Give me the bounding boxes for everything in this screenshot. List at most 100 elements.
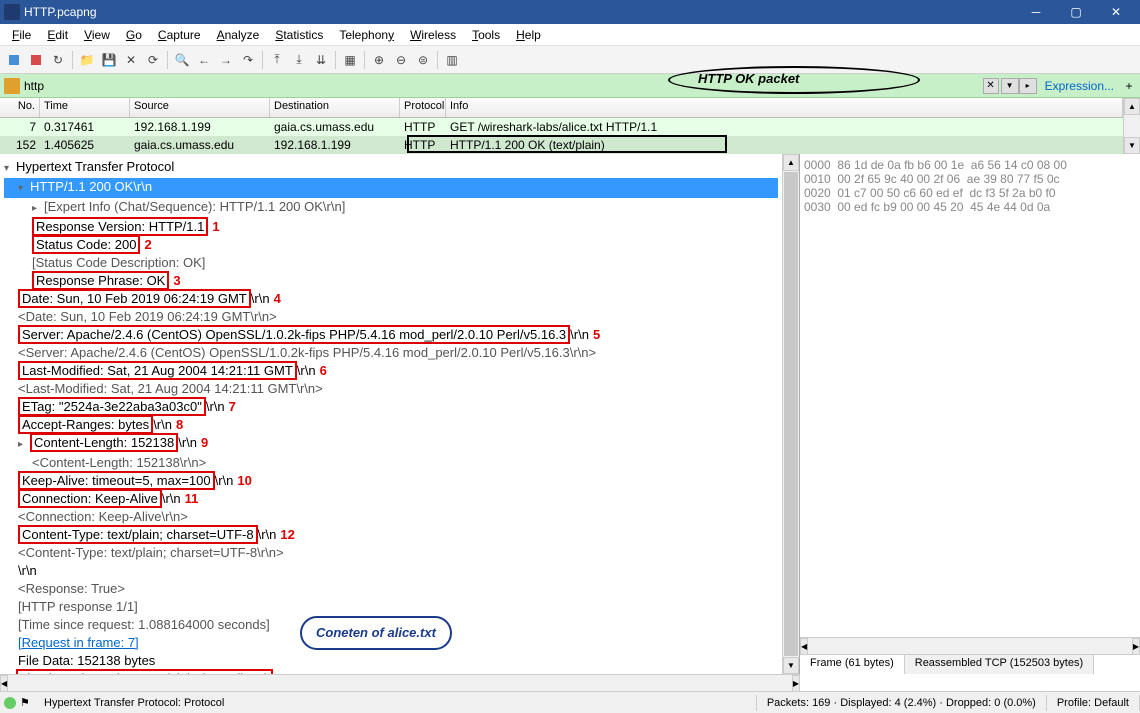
- go-last-icon[interactable]: ⤓: [289, 50, 309, 70]
- zoom-reset-icon[interactable]: ⊜: [413, 50, 433, 70]
- hdr-server[interactable]: Server: Apache/2.4.6 (CentOS) OpenSSL/1.…: [18, 325, 570, 344]
- colorize-icon[interactable]: ▦: [340, 50, 360, 70]
- response-true[interactable]: <Response: True>: [18, 581, 125, 596]
- tab-reassembled[interactable]: Reassembled TCP (152503 bytes): [905, 655, 1094, 674]
- find-icon[interactable]: 🔍: [172, 50, 192, 70]
- details-scrollbar[interactable]: ▲ ▼: [782, 154, 799, 674]
- hdr-conn-angle[interactable]: <Connection: Keep-Alive\r\n>: [18, 509, 188, 524]
- proto-http[interactable]: Hypertext Transfer Protocol: [16, 159, 174, 174]
- hex-dump[interactable]: 0000 86 1d de 0a fb b6 00 1e a6 56 14 c0…: [800, 154, 1140, 637]
- details-hscroll[interactable]: ◀▶: [0, 674, 800, 691]
- stop-capture-icon[interactable]: [26, 50, 46, 70]
- hdr-accept-ranges[interactable]: Accept-Ranges: bytes: [18, 415, 153, 434]
- start-capture-icon[interactable]: [4, 50, 24, 70]
- expert-info[interactable]: [Expert Info (Chat/Sequence): HTTP/1.1 2…: [44, 199, 345, 214]
- menu-telephony[interactable]: Telephony: [331, 26, 402, 44]
- filter-apply-icon[interactable]: ▸: [1019, 78, 1037, 94]
- jump-to-icon[interactable]: ↷: [238, 50, 258, 70]
- toggle-icon[interactable]: ▸: [32, 200, 44, 218]
- bookmark-icon[interactable]: [4, 78, 20, 94]
- scroll-down-icon[interactable]: ▼: [783, 657, 799, 674]
- anno-5: 5: [593, 327, 600, 342]
- packet-row-selected[interactable]: 152 1.405625 gaia.cs.umass.edu 192.168.1…: [0, 136, 1123, 154]
- menu-statistics[interactable]: Statistics: [267, 26, 331, 44]
- crlf[interactable]: \r\n: [18, 563, 37, 578]
- toggle-icon[interactable]: ▾: [18, 180, 30, 198]
- menu-file[interactable]: File: [4, 26, 39, 44]
- menu-help[interactable]: Help: [508, 26, 549, 44]
- packet-list-scrollbar[interactable]: ▲ ▼: [1123, 98, 1140, 154]
- go-first-icon[interactable]: ⤒: [267, 50, 287, 70]
- col-source[interactable]: Source: [130, 98, 270, 117]
- hdr-date-angle[interactable]: <Date: Sun, 10 Feb 2019 06:24:19 GMT\r\n…: [18, 309, 277, 324]
- menu-view[interactable]: View: [76, 26, 118, 44]
- hdr-etag[interactable]: ETag: "2524a-3e22aba3a03c0": [18, 397, 206, 416]
- hdr-clen-angle[interactable]: <Content-Length: 152138\r\n>: [32, 455, 206, 470]
- cell-proto: HTTP: [400, 138, 446, 152]
- auto-scroll-icon[interactable]: ⇊: [311, 50, 331, 70]
- minimize-button[interactable]: ─: [1016, 0, 1056, 24]
- open-file-icon[interactable]: 📁: [77, 50, 97, 70]
- http-status-line[interactable]: HTTP/1.1 200 OK\r\n: [30, 179, 152, 194]
- zoom-in-icon[interactable]: ⊕: [369, 50, 389, 70]
- hdr-keepalive[interactable]: Keep-Alive: timeout=5, max=100: [18, 471, 215, 490]
- anno-6: 6: [320, 363, 327, 378]
- request-in-frame[interactable]: [Request in frame: 7]: [18, 635, 139, 650]
- go-forward-icon[interactable]: →: [216, 50, 236, 70]
- toggle-icon[interactable]: ▾: [4, 160, 16, 178]
- col-protocol[interactable]: Protocol: [400, 98, 446, 117]
- close-button[interactable]: ✕: [1096, 0, 1136, 24]
- maximize-button[interactable]: ▢: [1056, 0, 1096, 24]
- file-data[interactable]: File Data: 152138 bytes: [18, 653, 155, 668]
- go-back-icon[interactable]: ←: [194, 50, 214, 70]
- hdr-ctype-angle[interactable]: <Content-Type: text/plain; charset=UTF-8…: [18, 545, 284, 560]
- response-phrase[interactable]: Response Phrase: OK: [32, 271, 169, 290]
- status-desc[interactable]: [Status Code Description: OK]: [32, 255, 205, 270]
- restart-capture-icon[interactable]: ↻: [48, 50, 68, 70]
- menu-capture[interactable]: Capture: [150, 26, 209, 44]
- scroll-up-icon[interactable]: ▲: [783, 154, 799, 171]
- reload-icon[interactable]: ⟳: [143, 50, 163, 70]
- tail: \r\n: [258, 527, 277, 542]
- http-response-n[interactable]: [HTTP response 1/1]: [18, 599, 138, 614]
- clear-filter-icon[interactable]: ✕: [983, 78, 999, 94]
- col-no[interactable]: No.: [0, 98, 40, 117]
- col-time[interactable]: Time: [40, 98, 130, 117]
- hdr-content-type[interactable]: Content-Type: text/plain; charset=UTF-8: [18, 525, 258, 544]
- hdr-content-length[interactable]: Content-Length: 152138: [30, 433, 178, 452]
- hdr-server-angle[interactable]: <Server: Apache/2.4.6 (CentOS) OpenSSL/1…: [18, 345, 596, 360]
- scroll-up-icon[interactable]: ▲: [1124, 98, 1140, 115]
- toggle-icon[interactable]: ▸: [4, 672, 16, 674]
- packet-row[interactable]: 7 0.317461 192.168.1.199 gaia.cs.umass.e…: [0, 118, 1123, 136]
- filter-history-icon[interactable]: ▼: [1001, 78, 1019, 94]
- close-file-icon[interactable]: ✕: [121, 50, 141, 70]
- menu-go[interactable]: Go: [118, 26, 150, 44]
- col-destination[interactable]: Destination: [270, 98, 400, 117]
- hdr-connection[interactable]: Connection: Keep-Alive: [18, 489, 162, 508]
- menu-edit[interactable]: Edit: [39, 26, 76, 44]
- menu-tools[interactable]: Tools: [464, 26, 508, 44]
- expression-button[interactable]: Expression...: [1037, 77, 1122, 95]
- add-filter-button[interactable]: +: [1122, 79, 1136, 93]
- time-since-request[interactable]: [Time since request: 1.088164000 seconds…: [18, 617, 270, 632]
- display-filter-input[interactable]: [22, 77, 983, 95]
- status-profile[interactable]: Profile: Default: [1047, 695, 1140, 711]
- hdr-lastmod-angle[interactable]: <Last-Modified: Sat, 21 Aug 2004 14:21:1…: [18, 381, 323, 396]
- menu-wireless[interactable]: Wireless: [402, 26, 464, 44]
- status-code[interactable]: Status Code: 200: [32, 235, 140, 254]
- expert-info-icon[interactable]: ⚑: [20, 696, 34, 710]
- col-info[interactable]: Info: [446, 98, 1123, 117]
- tab-frame[interactable]: Frame (61 bytes): [800, 655, 905, 674]
- zoom-out-icon[interactable]: ⊖: [391, 50, 411, 70]
- menu-analyze[interactable]: Analyze: [209, 26, 268, 44]
- toggle-icon[interactable]: ▸: [18, 436, 30, 454]
- hdr-date[interactable]: Date: Sun, 10 Feb 2019 06:24:19 GMT: [18, 289, 251, 308]
- hdr-lastmod[interactable]: Last-Modified: Sat, 21 Aug 2004 14:21:11…: [18, 361, 297, 380]
- response-version[interactable]: Response Version: HTTP/1.1: [32, 217, 208, 236]
- scroll-down-icon[interactable]: ▼: [1124, 137, 1140, 154]
- hex-hscroll[interactable]: ◀▶: [800, 637, 1140, 654]
- packet-details-tree[interactable]: ▾Hypertext Transfer Protocol ▾HTTP/1.1 2…: [0, 154, 782, 674]
- save-file-icon[interactable]: 💾: [99, 50, 119, 70]
- resize-columns-icon[interactable]: ▥: [442, 50, 462, 70]
- line-based-text[interactable]: Line-based text data: text/plain (3598 l…: [16, 669, 273, 674]
